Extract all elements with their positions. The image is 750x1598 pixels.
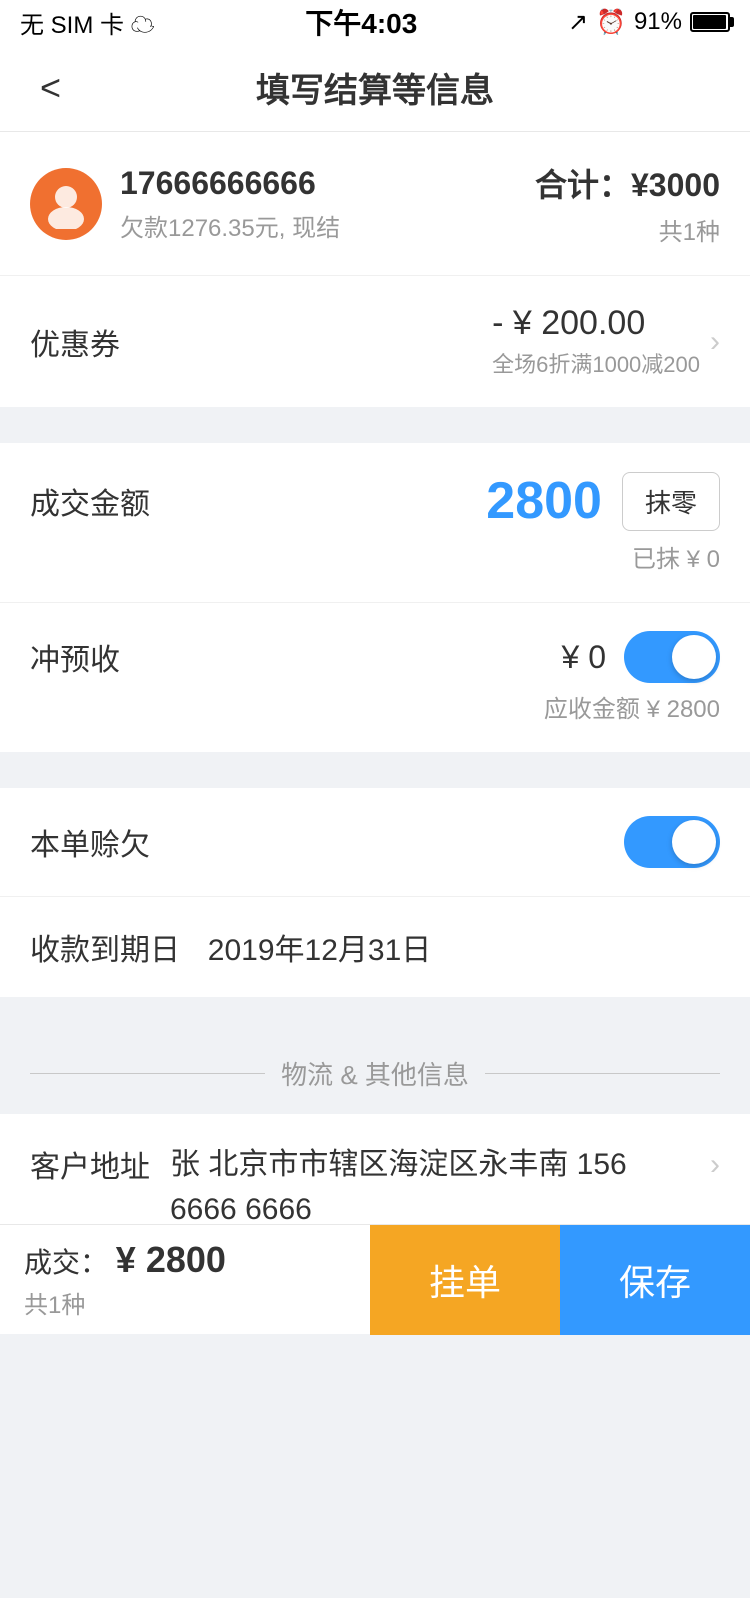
status-left: 无 SIM 卡 ☁ <box>20 5 155 40</box>
precollect-toggle-knob <box>672 635 716 679</box>
status-bar: 无 SIM 卡 ☁ 下午4:03 ↗ ⏰ 91% <box>0 0 750 44</box>
status-right: ↗ ⏰ 91% <box>568 8 730 37</box>
pending-button[interactable]: 挂单 <box>370 1225 560 1335</box>
content-area: 17666666666 欠款1276.35元, 现结 合计：¥3000 共1种 … <box>0 132 750 1598</box>
bottom-amount-value: ¥ 2800 <box>116 1239 226 1280</box>
precollect-right: ¥ 0 <box>562 631 720 683</box>
battery-text: 91% <box>634 8 682 36</box>
section-separator-3 <box>0 1015 750 1033</box>
customer-sub: 欠款1276.35元, 现结 <box>120 208 340 243</box>
deal-right: 2800 抹零 <box>486 471 720 531</box>
avatar <box>30 168 102 240</box>
arrears-label: 本单赊欠 <box>30 820 150 864</box>
logistics-text: 物流 & 其他信息 <box>281 1055 469 1092</box>
divider-line-left <box>30 1073 265 1074</box>
arrears-card: 本单赊欠 收款到期日 2019年12月31日 <box>0 788 750 997</box>
arrears-toggle-knob <box>672 820 716 864</box>
arrears-section: 本单赊欠 <box>0 788 750 896</box>
bottom-amount-row: 成交： ¥ 2800 <box>24 1239 346 1281</box>
customer-right: 合计：¥3000 共1种 <box>535 160 720 247</box>
deal-amount-card: 成交金额 2800 抹零 已抹 ¥ 0 冲预收 ¥ 0 <box>0 443 750 752</box>
bottom-bar: 成交： ¥ 2800 共1种 挂单 保存 <box>0 1224 750 1334</box>
bottom-summary-label: 成交： <box>24 1247 108 1278</box>
bottom-count: 共1种 <box>24 1285 346 1320</box>
no-sim-text: 无 SIM 卡 ☁ <box>20 5 155 40</box>
bottom-summary: 成交： ¥ 2800 共1种 <box>0 1239 370 1320</box>
total-amount: 合计：¥3000 <box>535 160 720 206</box>
deal-row: 成交金额 2800 抹零 <box>30 471 720 531</box>
nav-bar: < 填写结算等信息 <box>0 44 750 132</box>
location-icon: ↗ <box>568 8 588 37</box>
section-separator-1 <box>0 425 750 443</box>
deal-sub: 已抹 ¥ 0 <box>30 539 720 574</box>
arrears-row: 本单赊欠 <box>30 816 720 868</box>
status-time: 下午4:03 <box>305 2 417 42</box>
round-button[interactable]: 抹零 <box>622 472 720 531</box>
customer-left: 17666666666 欠款1276.35元, 现结 <box>30 165 340 243</box>
arrears-toggle-container <box>624 816 720 868</box>
coupon-label: 优惠券 <box>30 320 120 364</box>
customer-info: 17666666666 欠款1276.35元, 现结 <box>120 165 340 243</box>
precollect-toggle[interactable] <box>624 631 720 683</box>
precollect-toggle-container <box>624 631 720 683</box>
precollect-amount: ¥ 0 <box>562 639 606 676</box>
section-separator-2 <box>0 770 750 788</box>
coupon-sub: 全场6折满1000减200 <box>492 347 700 379</box>
deal-amount-value: 2800 <box>486 471 602 531</box>
customer-card: 17666666666 欠款1276.35元, 现结 合计：¥3000 共1种 … <box>0 132 750 407</box>
address-value: 张 北京市市辖区海淀区永丰南 156 6666 6666 <box>170 1142 700 1232</box>
deal-section: 成交金额 2800 抹零 已抹 ¥ 0 <box>0 443 750 602</box>
coupon-right: - ¥ 200.00 全场6折满1000减200 › <box>492 304 720 379</box>
precollect-label: 冲预收 <box>30 635 120 679</box>
coupon-discount: - ¥ 200.00 <box>492 304 700 343</box>
duedate-value: 2019年12月31日 <box>208 934 431 967</box>
precollect-section: 冲预收 ¥ 0 应收金额 ¥ 2800 <box>0 602 750 752</box>
chevron-right-icon: › <box>710 325 720 359</box>
address-chevron-icon: › <box>710 1148 720 1182</box>
customer-phone: 17666666666 <box>120 165 340 202</box>
duedate-label: 收款到期日 <box>30 934 180 967</box>
deal-label: 成交金额 <box>30 479 150 523</box>
back-button[interactable]: < <box>30 57 71 119</box>
address-label: 客户地址 <box>30 1142 150 1186</box>
arrears-toggle[interactable] <box>624 816 720 868</box>
save-button[interactable]: 保存 <box>560 1225 750 1335</box>
total-sub: 共1种 <box>535 212 720 247</box>
divider-line-right <box>485 1073 720 1074</box>
logistics-divider: 物流 & 其他信息 <box>0 1033 750 1114</box>
page-title: 填写结算等信息 <box>256 63 494 112</box>
coupon-row[interactable]: 优惠券 - ¥ 200.00 全场6折满1000减200 › <box>0 276 750 407</box>
duedate-section: 收款到期日 2019年12月31日 <box>0 896 750 997</box>
avatar-icon <box>41 179 91 229</box>
precollect-row: 冲预收 ¥ 0 <box>30 631 720 683</box>
battery-icon <box>690 12 730 32</box>
customer-row: 17666666666 欠款1276.35元, 现结 合计：¥3000 共1种 <box>0 132 750 276</box>
alarm-icon: ⏰ <box>596 8 626 37</box>
precollect-sub: 应收金额 ¥ 2800 <box>30 689 720 724</box>
